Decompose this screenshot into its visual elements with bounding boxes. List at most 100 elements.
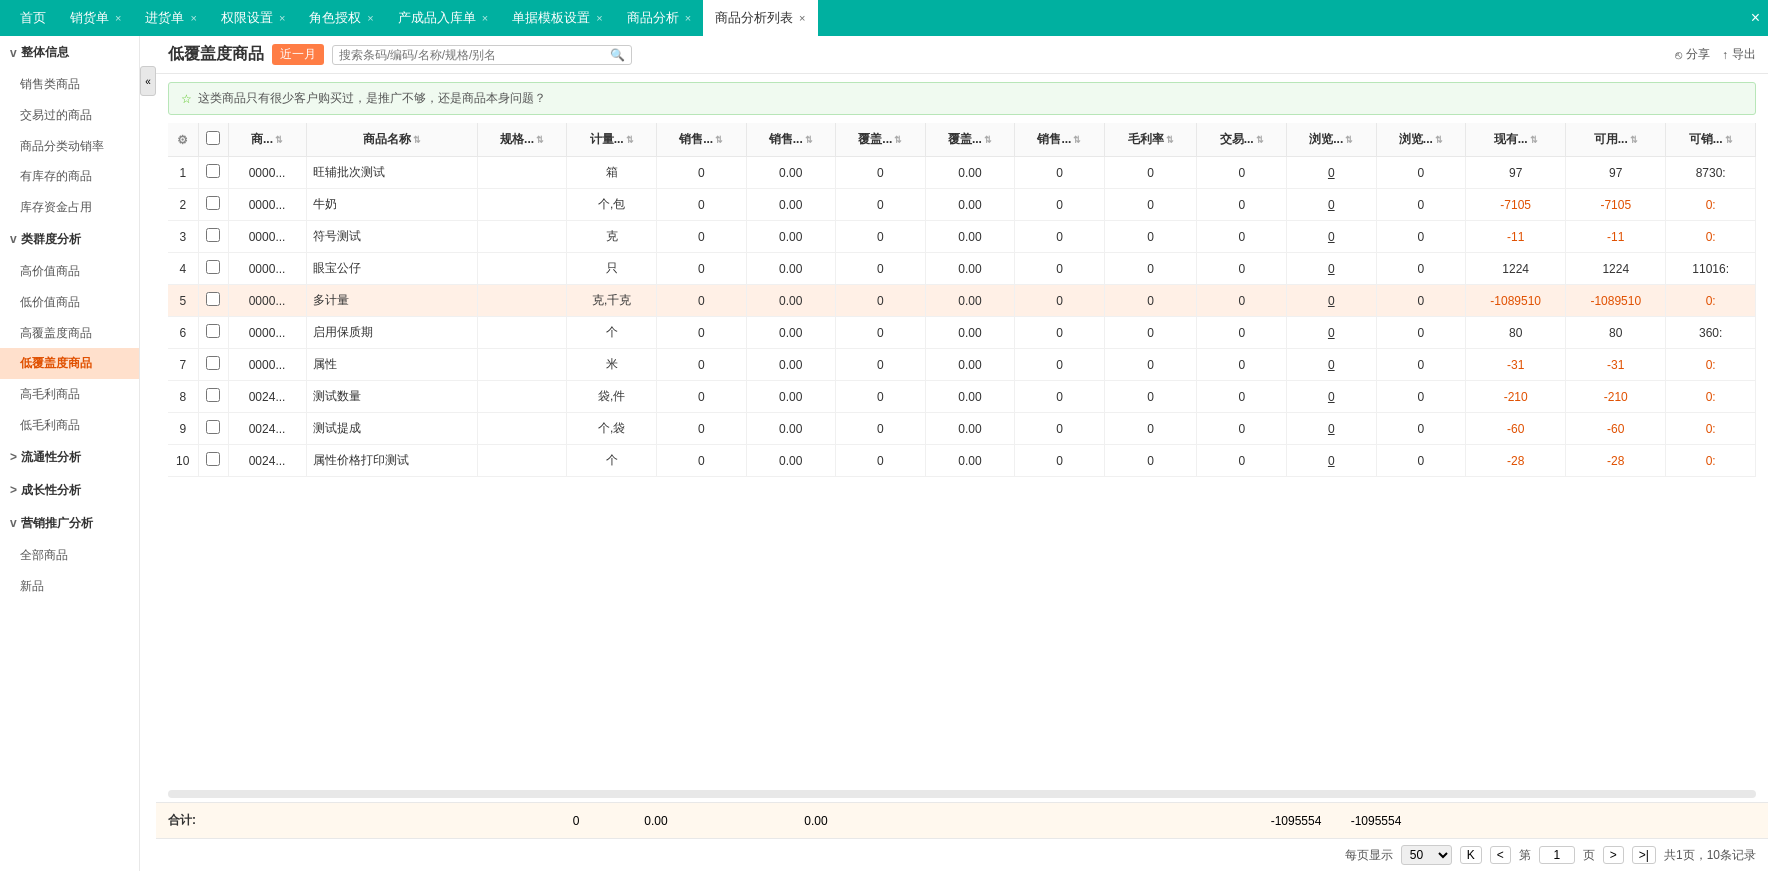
row-browse1[interactable]: 0 — [1287, 317, 1377, 349]
row-checkbox-cell[interactable] — [198, 189, 228, 221]
export-button[interactable]: ↑ 导出 — [1722, 46, 1756, 63]
row-select-checkbox[interactable] — [206, 228, 220, 242]
browse2-col-header[interactable]: 浏览...⇅ — [1376, 123, 1466, 157]
sidebar-item-新品[interactable]: 新品 — [0, 571, 139, 602]
row-select-checkbox[interactable] — [206, 196, 220, 210]
sales3-col-header[interactable]: 销售...⇅ — [1015, 123, 1105, 157]
next-page-button[interactable]: > — [1603, 846, 1624, 864]
sidebar-item-交易过的商品[interactable]: 交易过的商品 — [0, 100, 139, 131]
code-col-header[interactable]: 商...⇅ — [228, 123, 306, 157]
row-select-checkbox[interactable] — [206, 164, 220, 178]
nav-close-icon[interactable]: × — [279, 12, 285, 24]
unit-col-header[interactable]: 计量...⇅ — [567, 123, 657, 157]
row-select-checkbox[interactable] — [206, 260, 220, 274]
nav-item-角色授权[interactable]: 角色授权× — [297, 0, 385, 36]
sidebar-section-0[interactable]: v 整体信息 — [0, 36, 139, 69]
available-col-header[interactable]: 可用...⇅ — [1566, 123, 1666, 157]
row-select-checkbox[interactable] — [206, 292, 220, 306]
row-select-checkbox[interactable] — [206, 420, 220, 434]
nav-item-单据模板设置[interactable]: 单据模板设置× — [500, 0, 614, 36]
settings-icon[interactable]: ⚙ — [177, 133, 188, 147]
browse1-col-header[interactable]: 浏览...⇅ — [1287, 123, 1377, 157]
horizontal-scrollbar[interactable] — [168, 790, 1756, 798]
sidebar-item-高覆盖度商品[interactable]: 高覆盖度商品 — [0, 318, 139, 349]
sidebar-item-商品分类动销率[interactable]: 商品分类动销率 — [0, 131, 139, 162]
nav-item-商品分析列表[interactable]: 商品分析列表× — [703, 0, 817, 36]
select-all-checkbox[interactable] — [206, 131, 220, 145]
last-page-button[interactable]: >| — [1632, 846, 1656, 864]
gross-rate-col-header[interactable]: 毛利率⇅ — [1104, 123, 1197, 157]
row-checkbox-cell[interactable] — [198, 157, 228, 189]
row-browse1[interactable]: 0 — [1287, 253, 1377, 285]
sidebar-collapse-button[interactable]: « — [140, 66, 156, 96]
sidebar-item-库存资金占用[interactable]: 库存资金占用 — [0, 192, 139, 223]
sidebar-item-高价值商品[interactable]: 高价值商品 — [0, 256, 139, 287]
first-page-button[interactable]: K — [1460, 846, 1482, 864]
row-checkbox-cell[interactable] — [198, 253, 228, 285]
nav-close-icon[interactable]: × — [685, 12, 691, 24]
nav-item-产成品入库单[interactable]: 产成品入库单× — [386, 0, 500, 36]
row-select-checkbox[interactable] — [206, 388, 220, 402]
sidebar-section-arrow: > — [10, 450, 17, 464]
search-icon[interactable]: 🔍 — [610, 48, 625, 62]
cov1-col-header[interactable]: 覆盖...⇅ — [836, 123, 926, 157]
nav-close-icon[interactable]: × — [596, 12, 602, 24]
row-checkbox-cell[interactable] — [198, 221, 228, 253]
name-col-header[interactable]: 商品名称⇅ — [306, 123, 477, 157]
page-number-input[interactable] — [1539, 846, 1575, 864]
sidebar-section-2[interactable]: > 流通性分析 — [0, 441, 139, 474]
row-select-checkbox[interactable] — [206, 452, 220, 466]
nav-item-首页[interactable]: 首页 — [8, 0, 58, 36]
settings-col-header[interactable]: ⚙ — [168, 123, 198, 157]
row-browse1[interactable]: 0 — [1287, 285, 1377, 317]
row-browse1[interactable]: 0 — [1287, 381, 1377, 413]
row-select-checkbox[interactable] — [206, 356, 220, 370]
sidebar-item-低毛利商品[interactable]: 低毛利商品 — [0, 410, 139, 441]
sales-qty-col-header[interactable]: 销售...⇅ — [656, 123, 746, 157]
sidebar-item-低价值商品[interactable]: 低价值商品 — [0, 287, 139, 318]
sidebar-item-全部商品[interactable]: 全部商品 — [0, 540, 139, 571]
nav-close-icon[interactable]: × — [190, 12, 196, 24]
row-checkbox-cell[interactable] — [198, 317, 228, 349]
share-button[interactable]: ⎋ 分享 — [1675, 46, 1710, 63]
row-checkbox-cell[interactable] — [198, 413, 228, 445]
sidebar-item-高毛利商品[interactable]: 高毛利商品 — [0, 379, 139, 410]
row-checkbox-cell[interactable] — [198, 349, 228, 381]
row-checkbox-cell[interactable] — [198, 381, 228, 413]
per-page-select[interactable]: 50 20 100 200 — [1401, 845, 1452, 865]
nav-close-icon[interactable]: × — [482, 12, 488, 24]
search-input[interactable] — [339, 48, 610, 62]
row-browse1[interactable]: 0 — [1287, 221, 1377, 253]
sidebar-section-1[interactable]: v 类群度分析 — [0, 223, 139, 256]
sidebar-item-低覆盖度商品[interactable]: 低覆盖度商品 — [0, 348, 139, 379]
sidebar-section-4[interactable]: v 营销推广分析 — [0, 507, 139, 540]
current-col-header[interactable]: 现有...⇅ — [1466, 123, 1566, 157]
row-select-checkbox[interactable] — [206, 324, 220, 338]
prev-page-button[interactable]: < — [1490, 846, 1511, 864]
row-browse1[interactable]: 0 — [1287, 189, 1377, 221]
time-filter-button[interactable]: 近一月 — [272, 44, 324, 65]
nav-item-销货单[interactable]: 销货单× — [58, 0, 133, 36]
row-checkbox-cell[interactable] — [198, 445, 228, 477]
saleable-col-header[interactable]: 可销...⇅ — [1666, 123, 1756, 157]
row-browse1[interactable]: 0 — [1287, 157, 1377, 189]
row-checkbox-cell[interactable] — [198, 285, 228, 317]
sidebar-item-有库存的商品[interactable]: 有库存的商品 — [0, 161, 139, 192]
sidebar-item-销售类商品[interactable]: 销售类商品 — [0, 69, 139, 100]
row-browse1[interactable]: 0 — [1287, 349, 1377, 381]
row-browse1[interactable]: 0 — [1287, 413, 1377, 445]
spec-col-header[interactable]: 规格...⇅ — [477, 123, 567, 157]
nav-close-icon[interactable]: × — [115, 12, 121, 24]
close-all-button[interactable]: × — [1751, 9, 1760, 27]
nav-item-权限设置[interactable]: 权限设置× — [209, 0, 297, 36]
row-gross-rate: 0 — [1104, 381, 1197, 413]
trade-col-header[interactable]: 交易...⇅ — [1197, 123, 1287, 157]
cov2-col-header[interactable]: 覆盖...⇅ — [925, 123, 1015, 157]
sales-amt-col-header[interactable]: 销售...⇅ — [746, 123, 836, 157]
nav-item-商品分析[interactable]: 商品分析× — [615, 0, 703, 36]
row-browse1[interactable]: 0 — [1287, 445, 1377, 477]
nav-item-进货单[interactable]: 进货单× — [133, 0, 208, 36]
sidebar-section-3[interactable]: > 成长性分析 — [0, 474, 139, 507]
nav-close-icon[interactable]: × — [799, 12, 805, 24]
nav-close-icon[interactable]: × — [367, 12, 373, 24]
